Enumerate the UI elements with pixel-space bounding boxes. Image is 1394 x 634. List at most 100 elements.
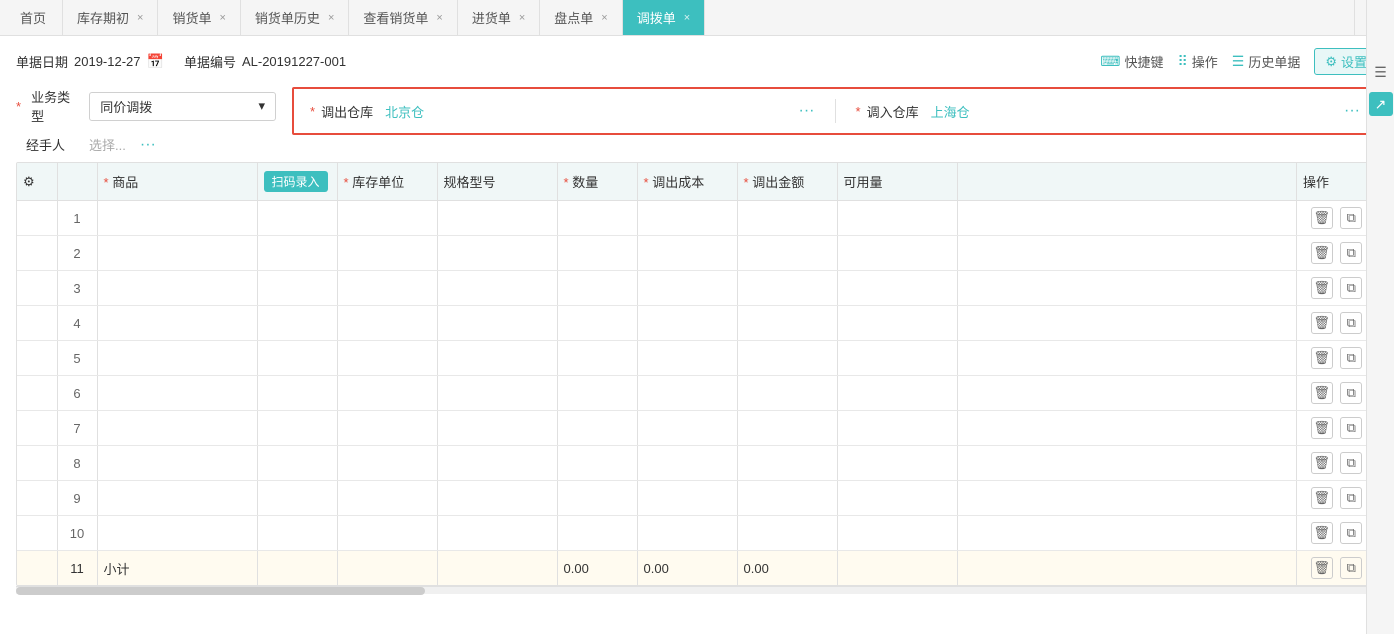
row-cost[interactable] <box>637 306 737 341</box>
row-spec[interactable] <box>437 376 557 411</box>
row-product[interactable] <box>97 271 257 306</box>
row-product[interactable] <box>97 341 257 376</box>
copy-icon[interactable]: ⧉ <box>1340 382 1362 404</box>
horizontal-scrollbar[interactable] <box>16 586 1378 594</box>
row-spec[interactable] <box>437 446 557 481</box>
tab-inventory-init-close[interactable]: × <box>137 12 143 24</box>
warehouse-out-more-icon[interactable]: ··· <box>799 102 815 120</box>
row-amount[interactable] <box>737 341 837 376</box>
copy-icon[interactable]: ⧉ <box>1340 417 1362 439</box>
row-unit[interactable] <box>337 271 437 306</box>
delete-icon[interactable]: 🗑 <box>1311 452 1333 474</box>
row-unit[interactable] <box>337 201 437 236</box>
person-more-icon[interactable]: ··· <box>140 136 156 154</box>
row-spec[interactable] <box>437 236 557 271</box>
copy-icon[interactable]: ⧉ <box>1340 557 1362 579</box>
row-unit[interactable] <box>337 236 437 271</box>
row-spec[interactable] <box>437 411 557 446</box>
row-qty[interactable] <box>557 516 637 551</box>
tab-sales-history[interactable]: 销货单历史 × <box>241 0 349 35</box>
row-unit[interactable] <box>337 516 437 551</box>
row-cost[interactable] <box>637 236 737 271</box>
row-amount[interactable] <box>737 306 837 341</box>
tab-home[interactable]: 首页 <box>4 0 63 35</box>
row-amount[interactable] <box>737 446 837 481</box>
copy-icon[interactable]: ⧉ <box>1340 207 1362 229</box>
row-unit[interactable] <box>337 481 437 516</box>
delete-icon[interactable]: 🗑 <box>1311 242 1333 264</box>
tab-inventory-count[interactable]: 盘点单 × <box>540 0 622 35</box>
row-unit[interactable] <box>337 411 437 446</box>
side-export-icon[interactable]: ↗ <box>1369 92 1393 116</box>
row-qty[interactable] <box>557 481 637 516</box>
row-qty[interactable] <box>557 201 637 236</box>
copy-icon[interactable]: ⧉ <box>1340 522 1362 544</box>
tab-transfer-order[interactable]: 调拨单 × <box>623 0 705 35</box>
tab-sales-order[interactable]: 销货单 × <box>158 0 240 35</box>
row-product[interactable] <box>97 446 257 481</box>
shortcut-button[interactable]: ⌨ 快捷键 <box>1100 52 1163 71</box>
row-qty[interactable] <box>557 306 637 341</box>
row-amount[interactable] <box>737 481 837 516</box>
row-qty[interactable] <box>557 376 637 411</box>
copy-icon[interactable]: ⧉ <box>1340 277 1362 299</box>
row-product[interactable] <box>97 411 257 446</box>
side-list-icon[interactable]: ☰ <box>1369 60 1393 84</box>
row-product[interactable] <box>97 306 257 341</box>
row-spec[interactable] <box>437 306 557 341</box>
row-cost[interactable] <box>637 376 737 411</box>
delete-icon[interactable]: 🗑 <box>1311 522 1333 544</box>
tab-transfer-order-close[interactable]: × <box>684 12 690 24</box>
row-spec[interactable] <box>437 271 557 306</box>
tab-inventory-count-close[interactable]: × <box>601 12 607 24</box>
row-amount[interactable] <box>737 201 837 236</box>
row-cost[interactable] <box>637 201 737 236</box>
th-gear[interactable]: ⚙ <box>17 163 57 201</box>
business-type-select[interactable]: 同价调拨 ▾ <box>89 92 276 121</box>
row-product[interactable] <box>97 201 257 236</box>
row-product[interactable] <box>97 236 257 271</box>
tab-inventory-init[interactable]: 库存期初 × <box>63 0 158 35</box>
copy-icon[interactable]: ⧉ <box>1340 312 1362 334</box>
row-cost[interactable] <box>637 516 737 551</box>
tab-sales-history-close[interactable]: × <box>328 12 334 24</box>
calendar-icon[interactable]: 📅 <box>147 53 164 70</box>
history-button[interactable]: ☰ 历史单据 <box>1232 52 1301 71</box>
row-amount[interactable] <box>737 271 837 306</box>
scan-button[interactable]: 扫码录入 <box>264 171 328 192</box>
row-unit[interactable] <box>337 341 437 376</box>
copy-icon[interactable]: ⧉ <box>1340 242 1362 264</box>
delete-icon[interactable]: 🗑 <box>1311 487 1333 509</box>
delete-icon[interactable]: 🗑 <box>1311 557 1333 579</box>
row-spec[interactable] <box>437 201 557 236</box>
row-amount[interactable] <box>737 411 837 446</box>
copy-icon[interactable]: ⧉ <box>1340 347 1362 369</box>
delete-icon[interactable]: 🗑 <box>1311 312 1333 334</box>
operation-button[interactable]: ⠿ 操作 <box>1177 52 1217 71</box>
row-cost[interactable] <box>637 341 737 376</box>
row-qty[interactable] <box>557 341 637 376</box>
person-input[interactable]: 选择... <box>89 135 126 154</box>
row-cost[interactable] <box>637 481 737 516</box>
tab-purchase-order-close[interactable]: × <box>519 12 525 24</box>
row-amount[interactable] <box>737 236 837 271</box>
row-unit[interactable] <box>337 306 437 341</box>
delete-icon[interactable]: 🗑 <box>1311 277 1333 299</box>
copy-icon[interactable]: ⧉ <box>1340 452 1362 474</box>
gear-icon[interactable]: ⚙ <box>23 174 35 189</box>
row-unit[interactable] <box>337 376 437 411</box>
row-cost[interactable] <box>637 271 737 306</box>
row-product[interactable] <box>97 376 257 411</box>
warehouse-in-more-icon[interactable]: ··· <box>1344 102 1360 120</box>
row-qty[interactable] <box>557 446 637 481</box>
row-product[interactable] <box>97 481 257 516</box>
delete-icon[interactable]: 🗑 <box>1311 382 1333 404</box>
row-qty[interactable] <box>557 411 637 446</box>
copy-icon[interactable]: ⧉ <box>1340 487 1362 509</box>
row-cost[interactable] <box>637 446 737 481</box>
delete-icon[interactable]: 🗑 <box>1311 347 1333 369</box>
row-qty[interactable] <box>557 236 637 271</box>
row-spec[interactable] <box>437 516 557 551</box>
tab-view-sales-close[interactable]: × <box>436 12 442 24</box>
tab-sales-order-close[interactable]: × <box>219 12 225 24</box>
